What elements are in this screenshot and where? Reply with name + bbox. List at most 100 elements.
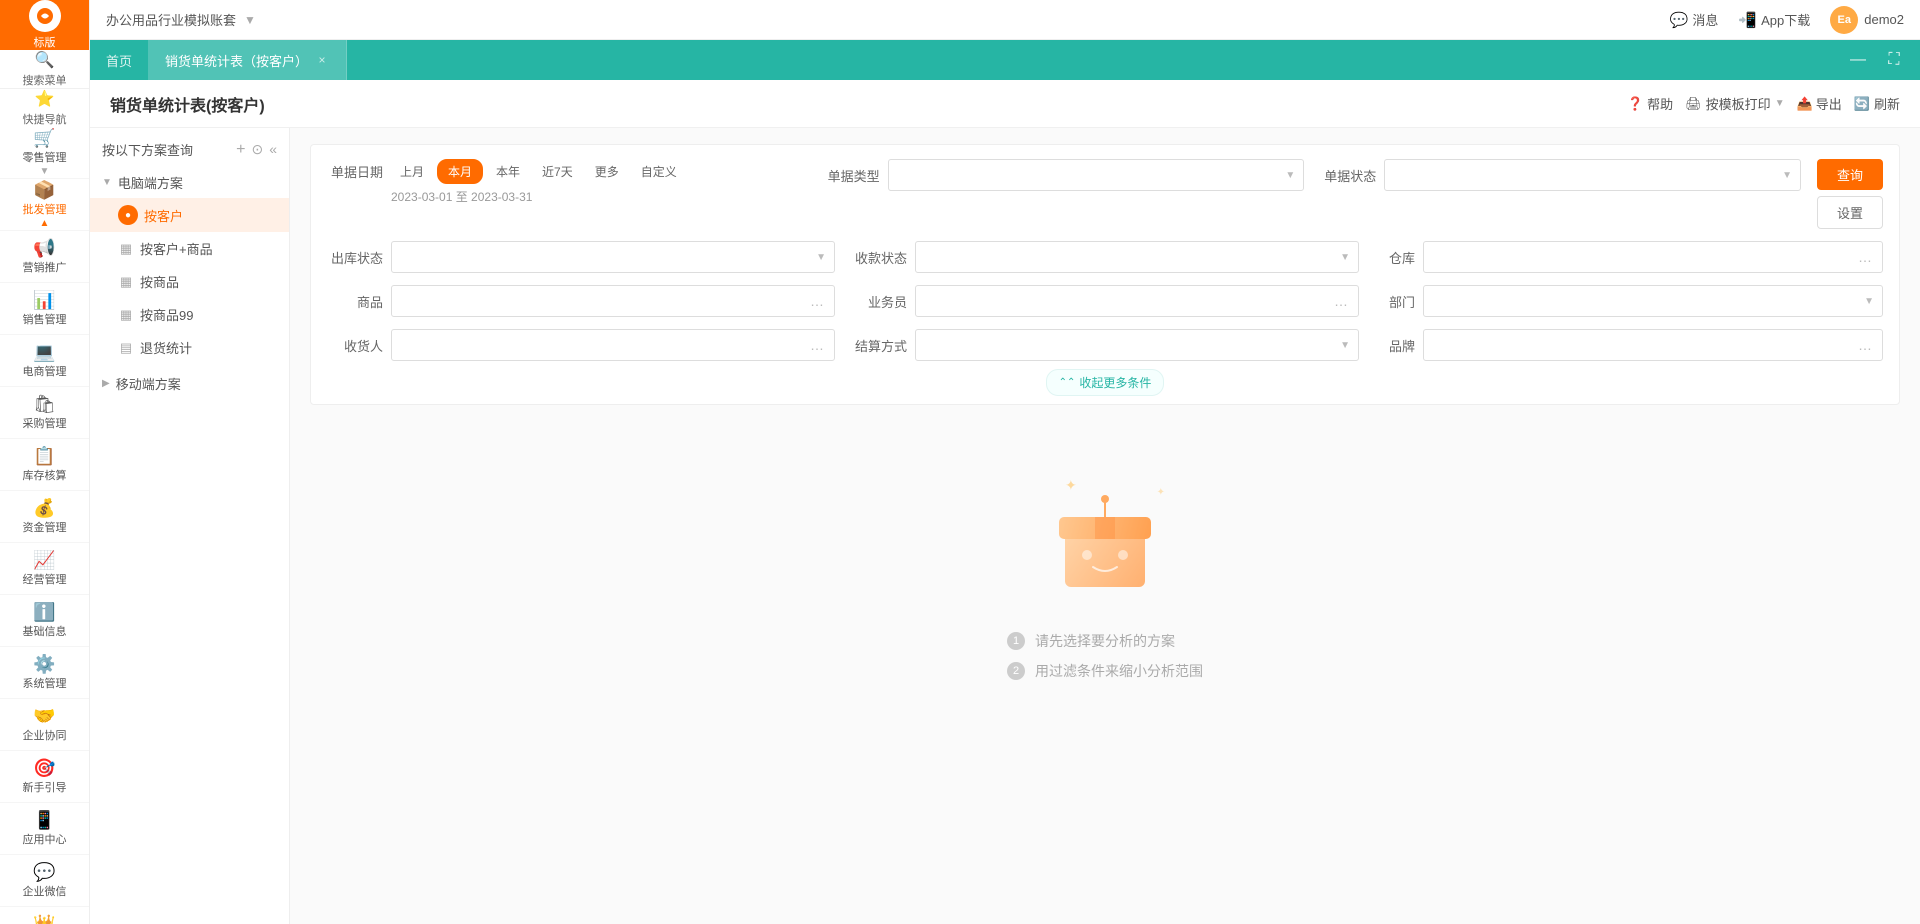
scheme-group-desktop-header[interactable]: ▼ 电脑端方案	[90, 167, 289, 198]
sidebar-item-purchase[interactable]: 🛍 采购管理	[0, 387, 90, 439]
receiver-input[interactable]: …	[391, 329, 835, 361]
department-label: 部门	[1375, 292, 1415, 311]
sidebar-item-ecommerce[interactable]: 💻 电商管理	[0, 335, 90, 387]
tab-bar: 首页 销货单统计表（按客户） × — ⛶	[90, 40, 1920, 80]
sidebar-item-inventory[interactable]: 📋 库存核算	[0, 439, 90, 491]
sidebar-item-member[interactable]: 👑 畅会员	[0, 907, 90, 924]
salesperson-label: 业务员	[851, 292, 907, 311]
sidebar-item-wholesale[interactable]: 📦 批发管理 ▲	[0, 179, 90, 231]
export-button[interactable]: 📤 导出	[1797, 94, 1842, 113]
sidebar-item-search[interactable]: 🔍 搜索菜单	[0, 50, 90, 89]
sidebar-item-marketing[interactable]: 📢 营销推广	[0, 231, 90, 283]
collapse-button[interactable]: ⌃⌃ 收起更多条件	[1046, 369, 1165, 396]
warehouse-dots: …	[1858, 249, 1874, 265]
date-tabs: 上月 本月 本年 近7天 更多 自定义	[391, 159, 686, 184]
query-button[interactable]: 查询	[1817, 159, 1883, 190]
doc-type-select[interactable]: ▼	[888, 159, 1305, 191]
scheme-by-customer-product-label: 按客户+商品	[140, 239, 213, 258]
date-tab-last-month[interactable]: 上月	[391, 159, 433, 184]
help-icon: ❓	[1627, 96, 1643, 112]
out-status-select[interactable]: ▼	[391, 241, 835, 273]
marketing-icon: 📢	[33, 238, 55, 259]
filter-field-settlement: 结算方式 ▼	[851, 329, 1359, 361]
left-panel: 按以下方案查询 + ⊙ « ▼ 电脑端方案 ● 按客户	[90, 128, 290, 924]
sidebar-item-app-center[interactable]: 📱 应用中心	[0, 803, 90, 855]
app-center-label: 应用中心	[23, 834, 67, 847]
filter-field-product: 商品 …	[327, 285, 835, 317]
settings-button[interactable]: 设置	[1817, 196, 1883, 229]
sidebar-item-wechat[interactable]: 💬 企业微信	[0, 855, 90, 907]
sidebar-search-label: 搜索菜单	[23, 72, 67, 88]
scheme-icon-1: ▦	[118, 241, 134, 257]
page-title-bar: 销货单统计表(按客户) ❓ 帮助 🖨 按模板打印 ▼ 📤 导出 🔄 刷新	[90, 80, 1920, 128]
message-action[interactable]: 💬 消息	[1670, 10, 1719, 29]
refresh-button[interactable]: 🔄 刷新	[1854, 94, 1900, 113]
sidebar-logo[interactable]: 标版	[0, 0, 90, 50]
ops-label: 经营管理	[23, 574, 67, 587]
active-scheme-indicator: ●	[118, 205, 138, 225]
sidebar-item-ops[interactable]: 📈 经营管理	[0, 543, 90, 595]
scheme-settings-icon[interactable]: ⊙	[251, 141, 263, 159]
user-menu[interactable]: Ea demo2	[1830, 6, 1904, 34]
app-download-action[interactable]: 📲 App下载	[1738, 10, 1810, 29]
sidebar-item-finance[interactable]: 💰 资金管理	[0, 491, 90, 543]
scheme-collapse-icon[interactable]: «	[269, 141, 277, 159]
brand-input[interactable]: …	[1423, 329, 1883, 361]
page-title: 销货单统计表(按客户)	[110, 92, 265, 116]
quick-nav-icon: ⭐	[35, 89, 55, 109]
product-label: 商品	[327, 292, 383, 311]
payment-status-select[interactable]: ▼	[915, 241, 1359, 273]
page-title-actions: ❓ 帮助 🖨 按模板打印 ▼ 📤 导出 🔄 刷新	[1627, 94, 1900, 113]
print-button[interactable]: 🖨 按模板打印 ▼	[1685, 94, 1784, 113]
date-tab-this-month[interactable]: 本月	[437, 159, 483, 184]
scheme-item-by-product-99[interactable]: ▦ 按商品99	[90, 298, 289, 331]
scheme-by-customer-label: 按客户	[144, 206, 183, 225]
department-select[interactable]: ▼	[1423, 285, 1883, 317]
sidebar-item-system[interactable]: ⚙️ 系统管理	[0, 647, 90, 699]
scheme-icon-2: ▦	[118, 274, 134, 290]
sidebar-item-basic[interactable]: ℹ️ 基础信息	[0, 595, 90, 647]
tab-home[interactable]: 首页	[90, 40, 149, 80]
scheme-item-by-product[interactable]: ▦ 按商品	[90, 265, 289, 298]
sidebar-item-sales[interactable]: 📊 销售管理	[0, 283, 90, 335]
collapse-label: 收起更多条件	[1079, 374, 1151, 391]
scheme-group-mobile-header[interactable]: ▶ 移动端方案	[90, 368, 289, 399]
tab-sales-stat[interactable]: 销货单统计表（按客户） ×	[149, 40, 347, 80]
dropdown-arrow-icon[interactable]: ▼	[244, 13, 256, 27]
product-input[interactable]: …	[391, 285, 835, 317]
star-icon-1: ✦	[1065, 477, 1077, 494]
tab-close-button[interactable]: ×	[314, 52, 330, 68]
avatar: Ea	[1830, 6, 1858, 34]
sidebar-item-onboarding[interactable]: 🎯 新手引导	[0, 751, 90, 803]
tab-expand-button[interactable]: ⛶	[1880, 46, 1908, 74]
doc-status-caret-icon: ▼	[1782, 170, 1792, 181]
sidebar-item-retail[interactable]: 🛒 零售管理 ▼	[0, 127, 90, 179]
purchase-icon: 🛍	[33, 394, 56, 415]
left-panel-header-actions: + ⊙ «	[236, 141, 277, 159]
department-caret-icon: ▼	[1864, 296, 1874, 307]
date-tab-more[interactable]: 更多	[586, 159, 628, 184]
settlement-select[interactable]: ▼	[915, 329, 1359, 361]
tab-minimize-button[interactable]: —	[1844, 46, 1872, 74]
add-scheme-button[interactable]: +	[236, 141, 245, 159]
warehouse-input[interactable]: …	[1423, 241, 1883, 273]
collapse-row: ⌃⌃ 收起更多条件	[327, 369, 1883, 396]
sidebar-item-enterprise[interactable]: 🤝 企业协同	[0, 699, 90, 751]
message-icon: 💬	[1670, 11, 1689, 29]
sidebar-item-quick-nav[interactable]: ⭐ 快捷导航	[0, 89, 90, 127]
salesperson-input[interactable]: …	[915, 285, 1359, 317]
doc-status-select[interactable]: ▼	[1384, 159, 1801, 191]
scheme-item-return-stat[interactable]: ▤ 退货统计	[90, 331, 289, 364]
date-tab-custom[interactable]: 自定义	[632, 159, 686, 184]
scheme-item-by-customer[interactable]: ● 按客户	[90, 198, 289, 232]
app-download-icon: 📲	[1738, 11, 1757, 29]
export-label: 导出	[1816, 94, 1842, 113]
date-tab-last-7[interactable]: 近7天	[533, 159, 582, 184]
salesperson-dots: …	[1334, 293, 1350, 309]
wholesale-label: 批发管理	[23, 204, 67, 217]
scheme-item-by-customer-product[interactable]: ▦ 按客户+商品	[90, 232, 289, 265]
help-button[interactable]: ❓ 帮助	[1627, 94, 1673, 113]
left-panel-header: 按以下方案查询 + ⊙ «	[90, 140, 289, 167]
date-tab-this-year[interactable]: 本年	[487, 159, 529, 184]
out-status-caret-icon: ▼	[816, 252, 826, 263]
